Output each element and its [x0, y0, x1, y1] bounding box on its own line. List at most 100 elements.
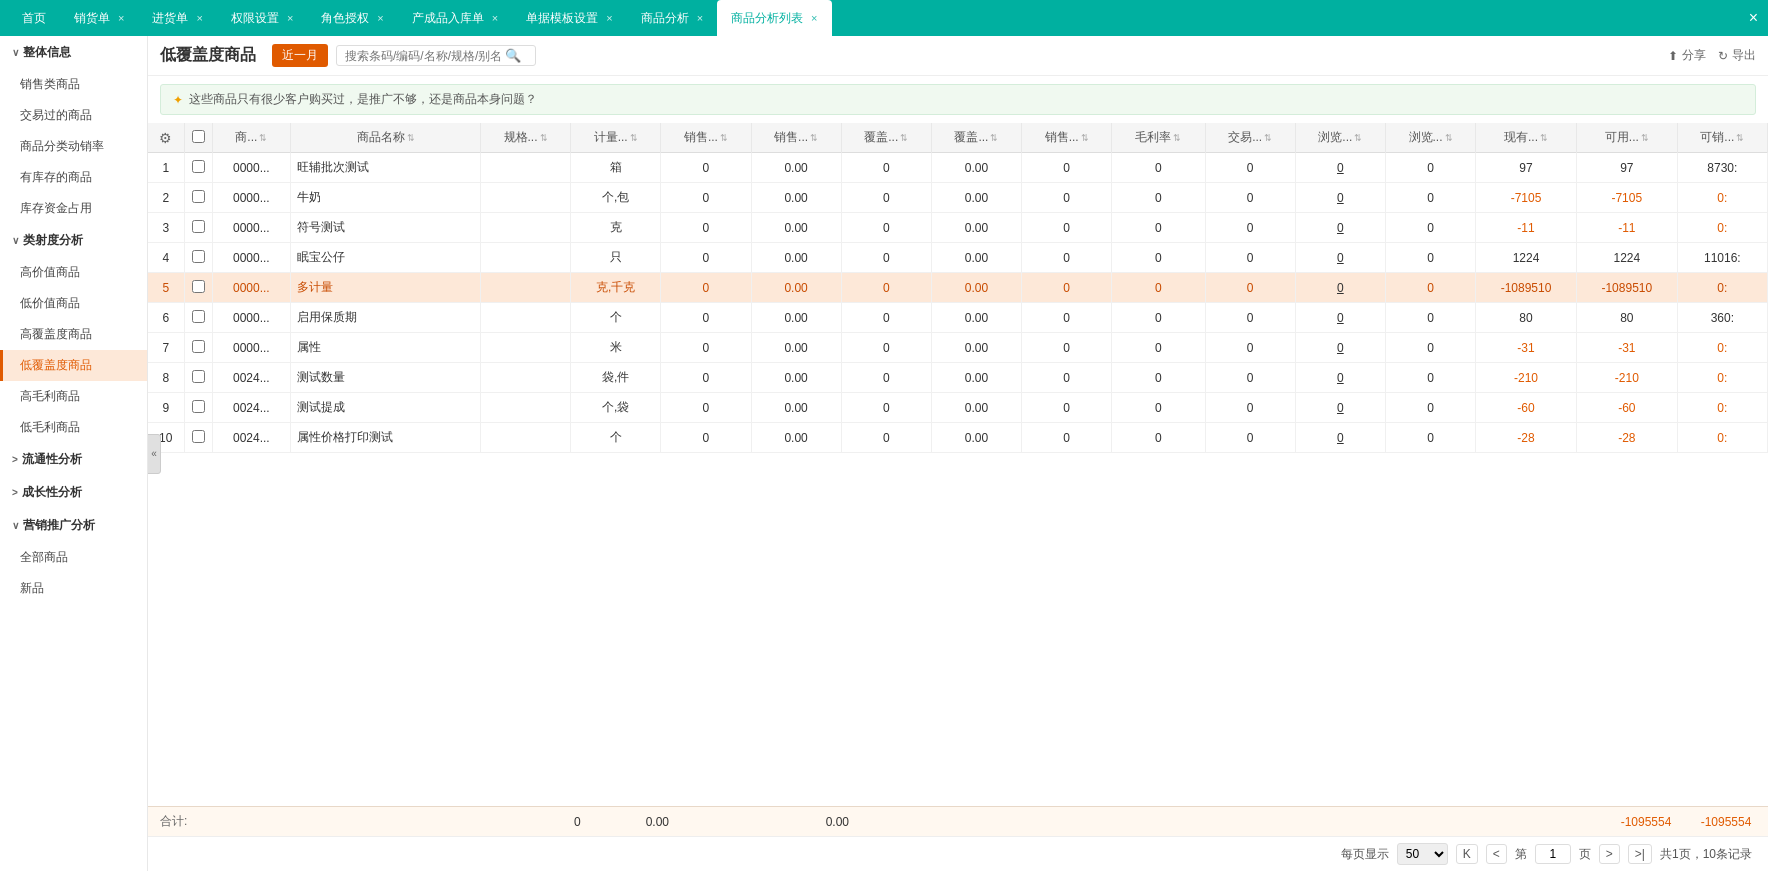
col-spec-header[interactable]: 规格...⇅ [480, 123, 570, 153]
row-checkbox[interactable] [192, 190, 205, 203]
nav-sales-order[interactable]: 销货单 × [60, 0, 138, 36]
nav-product-analysis-list[interactable]: 商品分析列表 × [717, 0, 831, 36]
browse1-link[interactable]: 0 [1337, 191, 1344, 205]
nav-product-instock-close[interactable]: × [492, 12, 498, 24]
sidebar-item-low-gross[interactable]: 低毛利商品 [0, 412, 147, 443]
col-name-header[interactable]: 商品名称⇅ [291, 123, 481, 153]
col-sales-qty-header[interactable]: 销售...⇅ [661, 123, 751, 153]
sidebar-item-all-goods[interactable]: 全部商品 [0, 542, 147, 573]
per-page-select[interactable]: 50 10 20 100 [1397, 843, 1448, 865]
col-saleable-header[interactable]: 可销...⇅ [1677, 123, 1767, 153]
table-header-row: ⚙ 商...⇅ 商品名称⇅ 规格...⇅ [148, 123, 1768, 153]
browse1-link[interactable]: 0 [1337, 431, 1344, 445]
browse1-link[interactable]: 0 [1337, 221, 1344, 235]
col-browse2-header[interactable]: 浏览...⇅ [1385, 123, 1475, 153]
page-number-input[interactable] [1535, 844, 1571, 864]
prev-page-button[interactable]: < [1486, 844, 1507, 864]
nav-home[interactable]: 首页 [8, 0, 60, 36]
row-saleable: 0: [1677, 183, 1767, 213]
col-cover2-header[interactable]: 覆盖...⇅ [931, 123, 1021, 153]
col-unit-header[interactable]: 计量...⇅ [571, 123, 661, 153]
settings-icon[interactable]: ⚙ [159, 130, 172, 146]
export-button[interactable]: ↻ 导出 [1718, 47, 1756, 64]
nav-template-settings-close[interactable]: × [606, 12, 612, 24]
nav-product-instock[interactable]: 产成品入库单 × [398, 0, 512, 36]
close-all-tabs[interactable]: × [1749, 9, 1758, 27]
sidebar-item-new-goods[interactable]: 新品 [0, 573, 147, 604]
nav-product-analysis-close[interactable]: × [697, 12, 703, 24]
col-available-header[interactable]: 可用...⇅ [1576, 123, 1677, 153]
nav-product-analysis-list-close[interactable]: × [811, 12, 817, 24]
col-cover1-header[interactable]: 覆盖...⇅ [841, 123, 931, 153]
row-checkbox-cell [184, 423, 212, 453]
sidebar-item-category-turnover[interactable]: 商品分类动销率 [0, 131, 147, 162]
content-area: « 低覆盖度商品 近一月 🔍 ⬆ 分享 ↻ 导出 ✦ [148, 36, 1768, 871]
nav-template-settings[interactable]: 单据模板设置 × [512, 0, 626, 36]
sidebar-item-stocked-goods[interactable]: 有库存的商品 [0, 162, 147, 193]
sidebar-item-high-coverage[interactable]: 高覆盖度商品 [0, 319, 147, 350]
current-stock-sort-icon: ⇅ [1540, 133, 1548, 143]
browse1-link[interactable]: 0 [1337, 161, 1344, 175]
time-filter-button[interactable]: 近一月 [272, 44, 328, 67]
available-sort-icon: ⇅ [1641, 133, 1649, 143]
row-checkbox[interactable] [192, 370, 205, 383]
row-browse2: 0 [1385, 213, 1475, 243]
browse1-link[interactable]: 0 [1337, 341, 1344, 355]
nav-purchase-order[interactable]: 进货单 × [138, 0, 216, 36]
nav-sales-order-close[interactable]: × [118, 12, 124, 24]
row-browse1: 0 [1295, 303, 1385, 333]
search-input[interactable] [345, 49, 505, 63]
nav-permission-settings[interactable]: 权限设置 × [217, 0, 307, 36]
sidebar-group-overall[interactable]: ∨ 整体信息 [0, 36, 147, 69]
row-checkbox[interactable] [192, 220, 205, 233]
row-checkbox[interactable] [192, 340, 205, 353]
row-available: -28 [1576, 423, 1677, 453]
row-checkbox[interactable] [192, 310, 205, 323]
browse1-link[interactable]: 0 [1337, 401, 1344, 415]
nav-purchase-order-close[interactable]: × [196, 12, 202, 24]
col-sales-count-header[interactable]: 销售...⇅ [1022, 123, 1112, 153]
share-button[interactable]: ⬆ 分享 [1668, 47, 1706, 64]
sidebar-group-growth[interactable]: > 成长性分析 [0, 476, 147, 509]
table-row: 8 0024... 测试数量 袋,件 0 0.00 0 0.00 0 0 0 0… [148, 363, 1768, 393]
row-cover1: 0 [841, 333, 931, 363]
sidebar-collapse-button[interactable]: « [148, 434, 161, 474]
sidebar-item-high-value[interactable]: 高价值商品 [0, 257, 147, 288]
sidebar-item-traded-goods[interactable]: 交易过的商品 [0, 100, 147, 131]
row-checkbox[interactable] [192, 280, 205, 293]
last-page-button[interactable]: >| [1628, 844, 1652, 864]
browse1-link[interactable]: 0 [1337, 371, 1344, 385]
sidebar-item-low-coverage[interactable]: 低覆盖度商品 [0, 350, 147, 381]
row-browse2: 0 [1385, 363, 1475, 393]
sidebar-item-low-value[interactable]: 低价值商品 [0, 288, 147, 319]
row-checkbox[interactable] [192, 160, 205, 173]
sidebar-group-marketing[interactable]: ∨ 营销推广分析 [0, 509, 147, 542]
sidebar-group-coverage[interactable]: ∨ 类射度分析 [0, 224, 147, 257]
sidebar-item-sales-goods[interactable]: 销售类商品 [0, 69, 147, 100]
liquidity-arrow-icon: > [12, 454, 18, 465]
col-sales-amt-header[interactable]: 销售...⇅ [751, 123, 841, 153]
col-trade-header[interactable]: 交易...⇅ [1205, 123, 1295, 153]
row-checkbox[interactable] [192, 250, 205, 263]
first-page-button[interactable]: K [1456, 844, 1478, 864]
browse1-link[interactable]: 0 [1337, 281, 1344, 295]
select-all-checkbox[interactable] [192, 130, 205, 143]
next-page-button[interactable]: > [1599, 844, 1620, 864]
sidebar-group-liquidity[interactable]: > 流通性分析 [0, 443, 147, 476]
col-browse1-header[interactable]: 浏览...⇅ [1295, 123, 1385, 153]
browse1-link[interactable]: 0 [1337, 311, 1344, 325]
sidebar-item-capital-occupation[interactable]: 库存资金占用 [0, 193, 147, 224]
col-current-stock-header[interactable]: 现有...⇅ [1476, 123, 1577, 153]
col-code-header[interactable]: 商...⇅ [212, 123, 291, 153]
nav-product-analysis[interactable]: 商品分析 × [627, 0, 717, 36]
sidebar-item-high-gross[interactable]: 高毛利商品 [0, 381, 147, 412]
col-gross-rate-header[interactable]: 毛利率⇅ [1112, 123, 1205, 153]
row-gross-rate: 0 [1112, 183, 1205, 213]
row-checkbox-cell [184, 303, 212, 333]
nav-role-auth-close[interactable]: × [377, 12, 383, 24]
row-checkbox[interactable] [192, 400, 205, 413]
nav-role-auth[interactable]: 角色授权 × [307, 0, 397, 36]
browse1-link[interactable]: 0 [1337, 251, 1344, 265]
nav-permission-settings-close[interactable]: × [287, 12, 293, 24]
row-checkbox[interactable] [192, 430, 205, 443]
